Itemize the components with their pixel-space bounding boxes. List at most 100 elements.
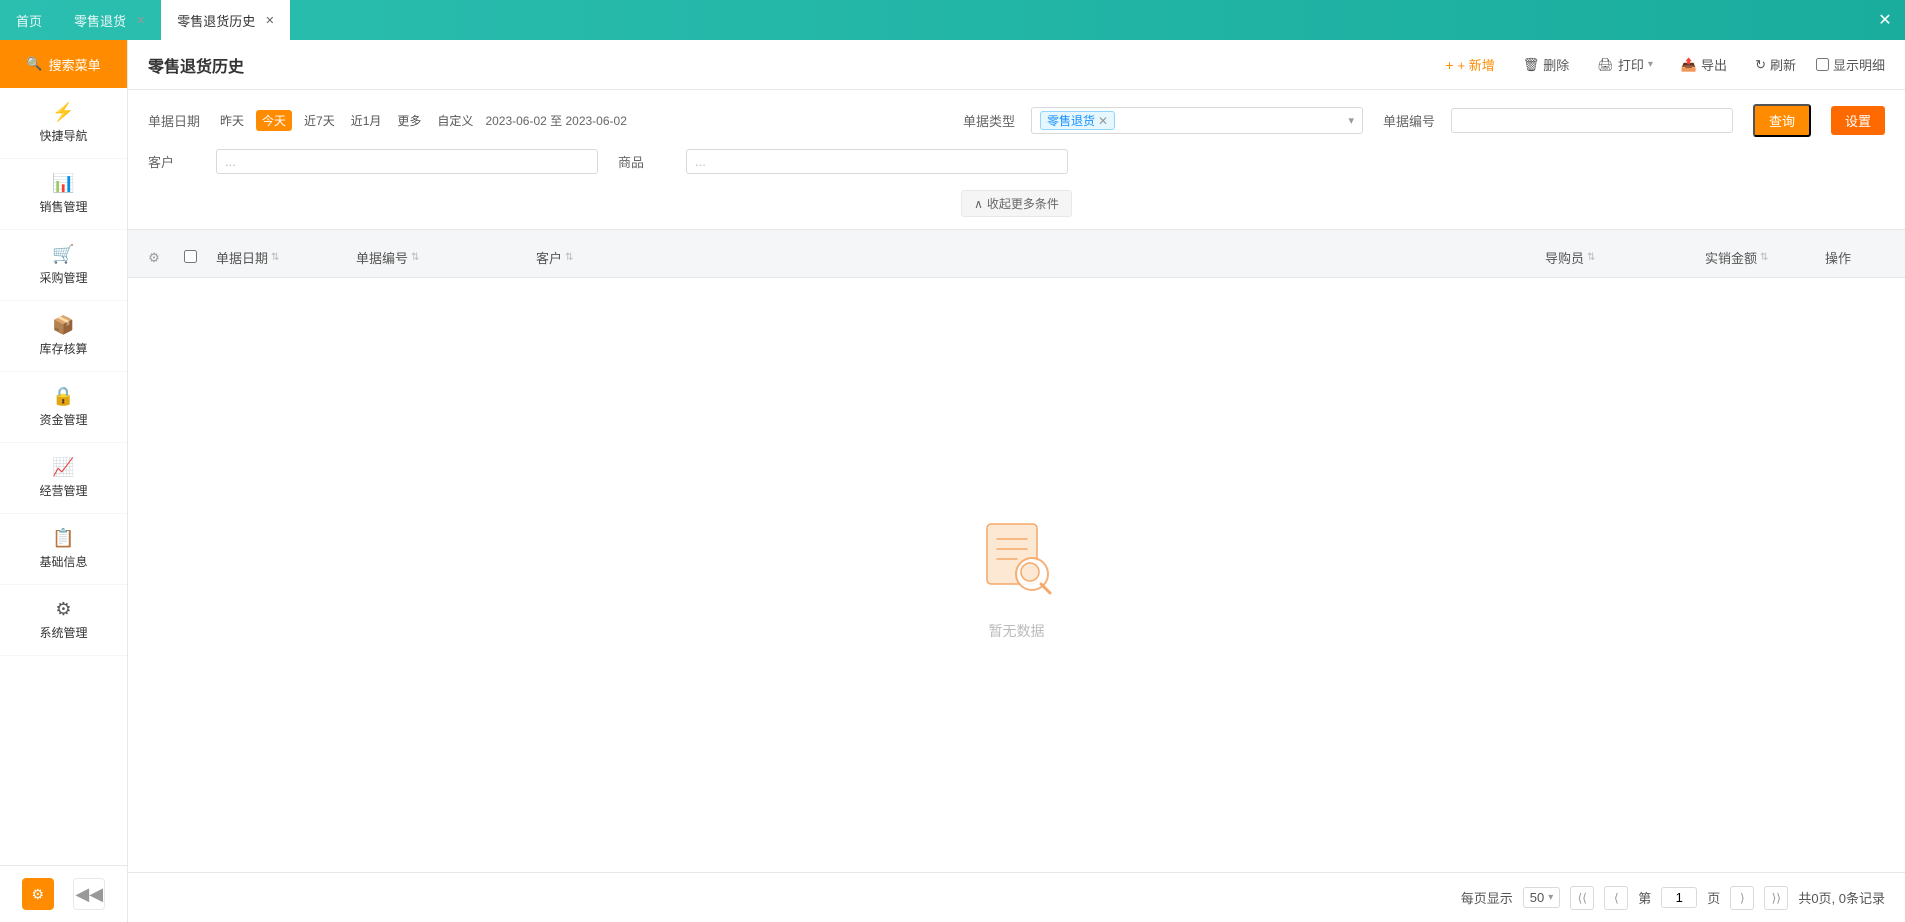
date-opt-1month[interactable]: 近1月 [347,111,386,130]
gear-icon: ⚙ [31,886,44,903]
prev-page-button[interactable]: ⟨ [1604,886,1628,910]
tab-retail-return-history[interactable]: 零售退货历史 ✕ [161,0,290,40]
refresh-label: 刷新 [1770,55,1796,74]
filter-no-label: 单据编号 [1383,111,1443,130]
tab-home[interactable]: 首页 [0,0,58,40]
export-button[interactable]: 📤 导出 [1673,51,1735,78]
show-detail-label: 显示明细 [1833,55,1885,74]
select-all-checkbox[interactable] [184,250,197,263]
total-label: 共0页, 0条记录 [1798,888,1885,907]
collapse-filter-button[interactable]: ∧ 收起更多条件 [961,190,1072,217]
search-icon: 🔍 [26,56,42,72]
filter-goods-label: 商品 [618,152,678,171]
th-action: 操作 [1817,248,1897,267]
sidebar-item-system[interactable]: ⚙ 系统管理 [0,585,127,656]
date-range-value: 2023-06-02 至 2023-06-02 [485,112,626,129]
sidebar-item-operations-label: 经营管理 [39,482,87,499]
table-area: ⚙ 单据日期 ⇅ 单据编号 ⇅ 客户 ⇅ 导购员 ⇅ [128,238,1905,872]
delete-button[interactable]: 🗑 删除 [1515,51,1578,78]
sidebar-item-inventory[interactable]: 📦 库存核算 [0,301,127,372]
filter-customer-label: 客户 [148,152,208,171]
filter-customer-input[interactable] [216,149,598,174]
collapse-label: 收起更多条件 [987,195,1059,212]
th-date-sort-icon: ⇅ [271,252,279,263]
sidebar-item-sales-label: 销售管理 [39,198,87,215]
date-opt-yesterday[interactable]: 昨天 [216,111,248,130]
filter-type-select[interactable]: 零售退货 ✕ ▾ [1031,107,1363,134]
query-button[interactable]: 查询 [1753,104,1811,137]
sidebar-collapse-button[interactable]: ◀◀ [73,878,105,910]
tab-retail-return-history-close[interactable]: ✕ [265,14,274,27]
date-opt-more[interactable]: 更多 [393,111,425,130]
th-customer-label: 客户 [536,248,562,267]
filter-row-2: 客户 商品 [148,149,1885,174]
type-tag-label: 零售退货 [1047,112,1095,129]
tab-retail-return[interactable]: 零售退货 ✕ [58,0,161,40]
sidebar-search-button[interactable]: 🔍 搜索菜单 [0,40,127,88]
page-unit: 页 [1707,888,1720,907]
sidebar-footer: ⚙ ◀◀ [0,865,127,922]
content-area: 零售退货历史 + + 新增 🗑 删除 🖨 打印 ▾ 📤 导出 [128,40,1905,922]
first-page-button[interactable]: ⟨⟨ [1570,886,1594,910]
system-icon: ⚙ [55,599,71,620]
show-detail-checkbox[interactable] [1816,58,1829,71]
sidebar-item-finance-label: 资金管理 [39,411,87,428]
tab-retail-return-label: 零售退货 [74,11,126,30]
tab-home-label: 首页 [16,11,42,30]
th-checkbox[interactable] [172,250,208,266]
pagination: 每页显示 50 ▾ ⟨⟨ ⟨ 第 页 ⟩ ⟩⟩ 共0页, 0条记录 [128,872,1905,922]
per-page-value: 50 [1530,890,1544,905]
settings-button[interactable]: 设置 [1831,106,1885,135]
refresh-button[interactable]: ↻ 刷新 [1747,51,1804,78]
last-page-button[interactable]: ⟩⟩ [1764,886,1788,910]
type-tag: 零售退货 ✕ [1040,111,1115,130]
empty-text: 暂无数据 [989,621,1045,641]
th-no-sort-icon: ⇅ [411,252,419,263]
sidebar-search-label: 搜索菜单 [49,55,101,74]
type-tag-close[interactable]: ✕ [1098,114,1108,128]
sidebar-item-purchase[interactable]: 🛒 采购管理 [0,230,127,301]
new-button[interactable]: + + 新增 [1437,51,1502,78]
tab-retail-return-close[interactable]: ✕ [136,14,145,27]
sidebar-item-sales[interactable]: 📊 销售管理 [0,159,127,230]
date-opt-today[interactable]: 今天 [256,110,292,131]
per-page-label: 每页显示 [1461,888,1513,907]
th-settings-icon[interactable]: ⚙ [136,250,172,266]
collapse-up-icon: ∧ [974,197,983,211]
date-opt-7days[interactable]: 近7天 [300,111,339,130]
page-input[interactable] [1661,887,1697,908]
filter-type-label: 单据类型 [963,111,1023,130]
per-page-select[interactable]: 50 ▾ [1523,887,1561,908]
toolbar: + + 新增 🗑 删除 🖨 打印 ▾ 📤 导出 ↻ [1437,51,1885,78]
show-detail-checkbox-label[interactable]: 显示明细 [1816,55,1885,74]
th-amount[interactable]: 实销金额 ⇅ [1697,248,1817,267]
sidebar-item-quick-nav[interactable]: ⚡ 快捷导航 [0,88,127,159]
print-button[interactable]: 🖨 打印 ▾ [1589,51,1661,78]
sidebar-item-operations[interactable]: 📈 经营管理 [0,443,127,514]
type-select-arrow: ▾ [1348,114,1354,127]
date-opt-custom[interactable]: 自定义 [433,111,477,130]
finance-icon: 🔒 [52,386,74,407]
th-no[interactable]: 单据编号 ⇅ [348,248,528,267]
sidebar-item-finance[interactable]: 🔒 资金管理 [0,372,127,443]
sidebar-settings-button[interactable]: ⚙ [22,878,54,910]
th-guide[interactable]: 导购员 ⇅ [1537,248,1697,267]
th-guide-label: 导购员 [1545,248,1584,267]
sidebar-item-basic-info[interactable]: 📋 基础信息 [0,514,127,585]
filter-goods-input[interactable] [686,149,1068,174]
window-close-button[interactable]: ✕ [1865,0,1905,40]
table-header: ⚙ 单据日期 ⇅ 单据编号 ⇅ 客户 ⇅ 导购员 ⇅ [128,238,1905,278]
tab-retail-return-history-label: 零售退货历史 [177,11,255,30]
th-date[interactable]: 单据日期 ⇅ [208,248,348,267]
print-dropdown-icon: ▾ [1648,59,1653,70]
filter-row-1: 单据日期 昨天 今天 近7天 近1月 更多 自定义 2023-06-02 至 2… [148,104,1885,137]
filter-date: 单据日期 昨天 今天 近7天 近1月 更多 自定义 2023-06-02 至 2… [148,110,943,131]
collapse-icon: ◀◀ [75,884,103,905]
next-page-button[interactable]: ⟩ [1730,886,1754,910]
th-customer[interactable]: 客户 ⇅ [528,248,1537,267]
th-action-label: 操作 [1825,248,1851,267]
page-header: 零售退货历史 + + 新增 🗑 删除 🖨 打印 ▾ 📤 导出 [128,40,1905,90]
sidebar-item-quick-nav-label: 快捷导航 [39,127,87,144]
filter-no-input[interactable] [1451,108,1733,133]
empty-illustration [967,509,1067,609]
